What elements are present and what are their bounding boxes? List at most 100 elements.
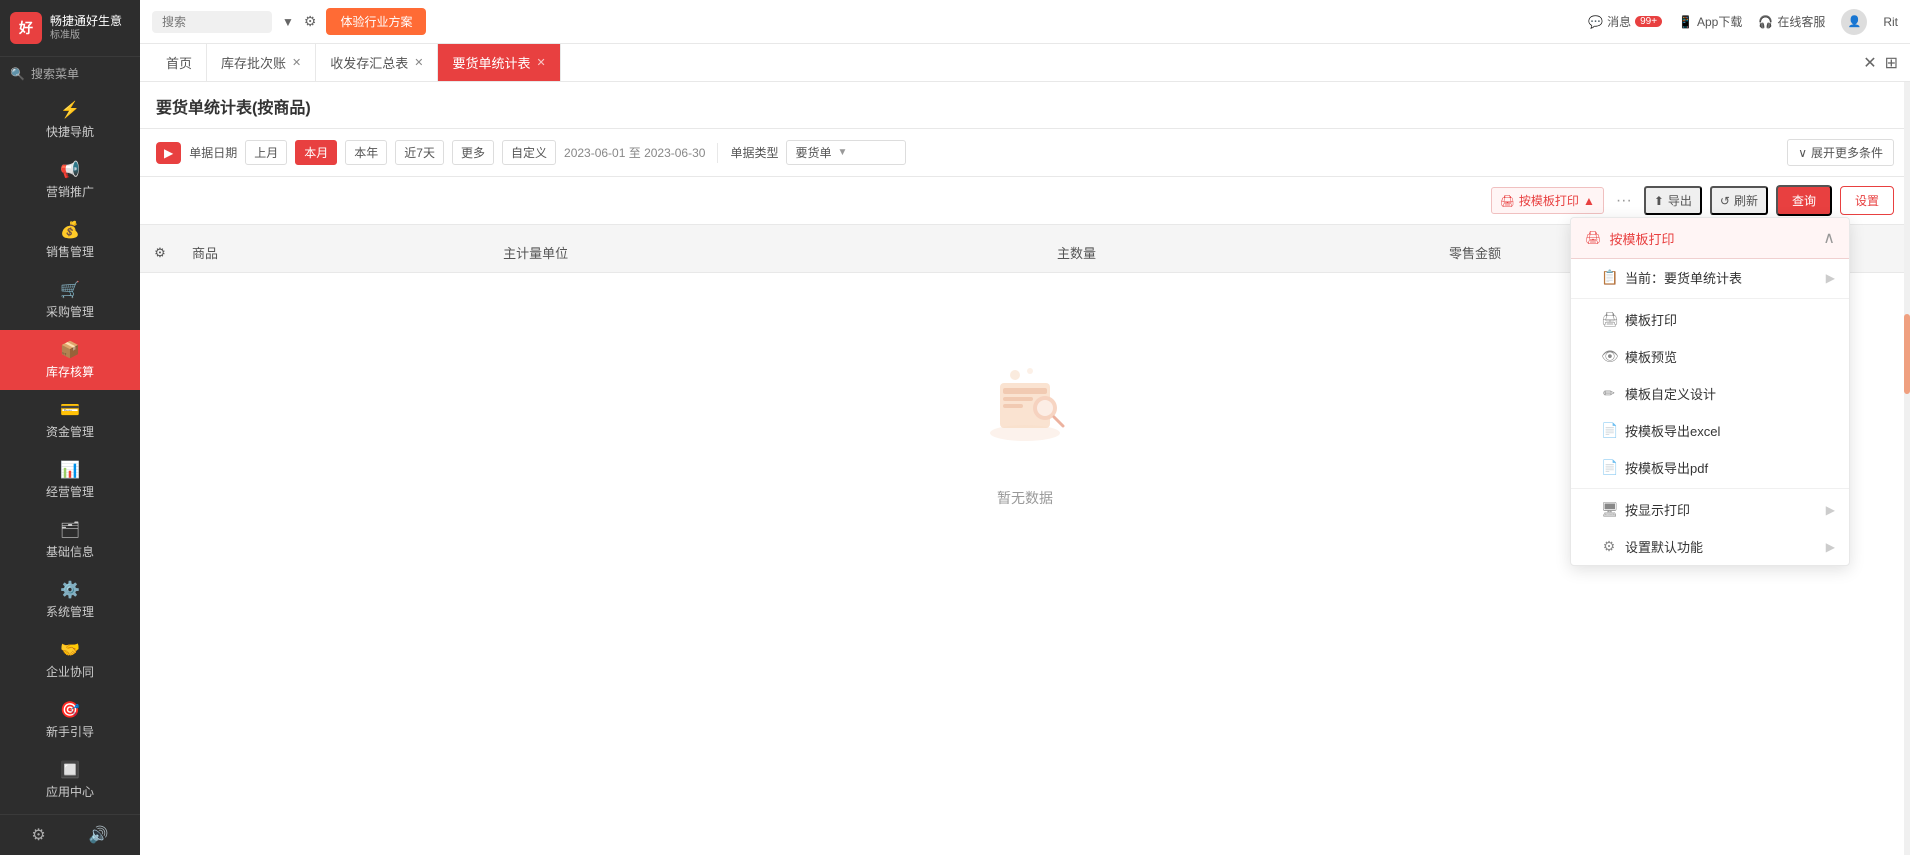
export-btn[interactable]: ⬆ 导出 [1644, 186, 1702, 215]
window-maximize-btn[interactable]: ⊞ [1885, 53, 1898, 73]
template-pdf-label: 按模板导出pdf [1625, 458, 1708, 477]
template-preview-icon: 👁 [1601, 348, 1617, 365]
sales-icon: 💰 [60, 220, 80, 240]
date-btn-this-year[interactable]: 本年 [345, 140, 387, 165]
topbar-right: 💬 消息 99+ 📱 App下载 🎧 在线客服 👤 Rit [1588, 9, 1898, 35]
print-template-btn[interactable]: 🖨 按模板打印 ▲ [1491, 187, 1604, 214]
tab-inventory-batch-close[interactable]: ✕ [292, 56, 301, 69]
order-type-value: 要货单 [795, 144, 831, 161]
default-func-icon: ⚙ [1601, 538, 1617, 555]
message-icon: 💬 [1588, 15, 1603, 29]
expand-more-btn[interactable]: ∨ 展开更多条件 [1787, 139, 1894, 166]
print-dropdown-collapse-btn[interactable]: ∧ [1823, 228, 1835, 248]
order-type-select[interactable]: 要货单 ▼ [786, 140, 906, 165]
sidebar-search[interactable]: 🔍 搜索菜单 [0, 57, 140, 90]
template-preview-item[interactable]: 👁 模板预览 [1571, 338, 1849, 375]
date-btn-last-month[interactable]: 上月 [245, 140, 287, 165]
col-settings[interactable]: ⚙ [140, 233, 180, 273]
sidebar-nav: ⚡ 快捷导航 📢 营销推广 💰 销售管理 🛒 采购管理 📦 库存核算 💳 资金管… [0, 90, 140, 814]
sidebar-item-quick-nav[interactable]: ⚡ 快捷导航 [0, 90, 140, 150]
right-scrollbar[interactable] [1904, 82, 1910, 855]
marketing-icon: 📢 [60, 160, 80, 180]
tab-inventory-batch[interactable]: 库存批次账 ✕ [207, 44, 316, 81]
date-btn-more[interactable]: 更多 [452, 140, 494, 165]
pd-divider-1 [1571, 298, 1849, 299]
default-func-left: ⚙ 设置默认功能 [1601, 537, 1703, 556]
template-export-pdf-item[interactable]: 📄 按模板导出pdf [1571, 449, 1849, 486]
default-func-row[interactable]: ⚙ 设置默认功能 ▶ [1571, 528, 1849, 565]
template-pdf-icon: 📄 [1601, 459, 1617, 476]
sidebar-item-operations[interactable]: 📊 经营管理 [0, 450, 140, 510]
topbar-dropdown-arrow[interactable]: ▼ [282, 15, 294, 29]
search-icon: 🔍 [10, 67, 25, 81]
online-service-label: 在线客服 [1777, 13, 1825, 30]
template-preview-label: 模板预览 [1625, 347, 1677, 366]
display-print-arrow: ▶ [1826, 503, 1835, 517]
more-options-btn[interactable]: ··· [1612, 192, 1636, 210]
sidebar-search-label: 搜索菜单 [31, 65, 79, 82]
app-download-item[interactable]: 📱 App下载 [1678, 13, 1742, 30]
avatar-placeholder: 👤 [1847, 15, 1861, 28]
topbar-gear-icon[interactable]: ⚙ [304, 13, 317, 30]
main-area: ▼ ⚙ 体验行业方案 💬 消息 99+ 📱 App下载 🎧 在线客服 👤 Rit [140, 0, 1910, 855]
order-type-arrow-icon: ▼ [837, 147, 847, 158]
tab-home[interactable]: 首页 [152, 44, 207, 81]
refresh-btn[interactable]: ↺ 刷新 [1710, 186, 1768, 215]
online-service-item[interactable]: 🎧 在线客服 [1758, 13, 1825, 30]
sidebar-item-label: 系统管理 [46, 603, 94, 620]
sound-bottom-btn[interactable]: 🔊 [89, 825, 109, 845]
user-avatar[interactable]: 👤 [1841, 9, 1867, 35]
print-dropdown-header: 🖨 按模板打印 ∧ [1571, 218, 1849, 259]
sidebar-item-marketing[interactable]: 📢 营销推广 [0, 150, 140, 210]
query-btn[interactable]: 查询 [1776, 185, 1832, 216]
phone-icon: 📱 [1678, 15, 1693, 29]
settings-btn[interactable]: 设置 [1840, 186, 1894, 215]
current-template-left: 📋 当前：要货单统计表 [1601, 268, 1742, 287]
sidebar-item-sales[interactable]: 💰 销售管理 [0, 210, 140, 270]
template-custom-item[interactable]: ✏ 模板自定义设计 [1571, 375, 1849, 412]
tab-receipt-summary-label: 收发存汇总表 [330, 53, 408, 72]
print-template-label: 按模板打印 [1519, 192, 1579, 209]
sidebar-item-guide[interactable]: 🎯 新手引导 [0, 690, 140, 750]
window-close-btn[interactable]: ✕ [1863, 53, 1876, 73]
display-print-row[interactable]: 🖥 按显示打印 ▶ [1571, 491, 1849, 528]
printer-icon: 🖨 [1500, 194, 1515, 208]
date-btn-this-month[interactable]: 本月 [295, 140, 337, 165]
tab-receipt-summary[interactable]: 收发存汇总表 ✕ [316, 44, 438, 81]
sidebar-item-enterprise[interactable]: 🤝 企业协同 [0, 630, 140, 690]
template-excel-icon: 📄 [1601, 422, 1617, 439]
expand-more-label: 展开更多条件 [1811, 144, 1883, 161]
date-btn-custom[interactable]: 自定义 [502, 140, 556, 165]
enterprise-icon: 🤝 [60, 640, 80, 660]
sidebar-item-basic[interactable]: 🗂 基础信息 [0, 510, 140, 570]
logo-text: 畅捷通好生意 标准版 [50, 14, 122, 43]
content-area: 要货单统计表(按商品) ▶ 单据日期 上月 本月 本年 近7天 更多 自定义 2… [140, 82, 1910, 855]
tab-receipt-summary-close[interactable]: ✕ [414, 56, 423, 69]
sidebar-item-appstore[interactable]: 🔲 应用中心 [0, 750, 140, 810]
topbar: ▼ ⚙ 体验行业方案 💬 消息 99+ 📱 App下载 🎧 在线客服 👤 Rit [140, 0, 1910, 44]
col-unit: 主计量单位 [491, 233, 1045, 273]
messages-label: 消息 [1607, 13, 1631, 30]
template-print-item[interactable]: 🖨 模板打印 [1571, 301, 1849, 338]
date-btn-7days[interactable]: 近7天 [395, 140, 444, 165]
system-icon: ⚙️ [60, 580, 80, 600]
sidebar-item-system[interactable]: ⚙️ 系统管理 [0, 570, 140, 630]
app-logo: 好 畅捷通好生意 标准版 [0, 0, 140, 57]
tab-order-stats[interactable]: 要货单统计表 ✕ [438, 44, 560, 81]
sidebar-item-wechat[interactable]: 💬 企业微信 [0, 810, 140, 814]
tab-order-stats-close[interactable]: ✕ [537, 56, 546, 69]
sidebar-item-inventory[interactable]: 📦 库存核算 [0, 330, 140, 390]
display-print-label: 按显示打印 [1625, 500, 1690, 519]
messages-item[interactable]: 💬 消息 99+ [1588, 13, 1662, 30]
current-template-row[interactable]: 📋 当前：要货单统计表 ▶ [1571, 259, 1849, 296]
topbar-search-input[interactable] [152, 11, 272, 33]
sidebar-item-finance[interactable]: 💳 资金管理 [0, 390, 140, 450]
template-export-excel-item[interactable]: 📄 按模板导出excel [1571, 412, 1849, 449]
refresh-icon: ↺ [1720, 194, 1730, 208]
date-range-display: 2023-06-01 至 2023-06-30 [564, 144, 705, 161]
settings-bottom-btn[interactable]: ⚙ [31, 825, 45, 845]
filter-expand-toggle[interactable]: ▶ [156, 142, 181, 164]
sidebar-item-purchase[interactable]: 🛒 采购管理 [0, 270, 140, 330]
trial-button[interactable]: 体验行业方案 [326, 8, 426, 35]
page-title: 要货单统计表(按商品) [156, 94, 1894, 118]
